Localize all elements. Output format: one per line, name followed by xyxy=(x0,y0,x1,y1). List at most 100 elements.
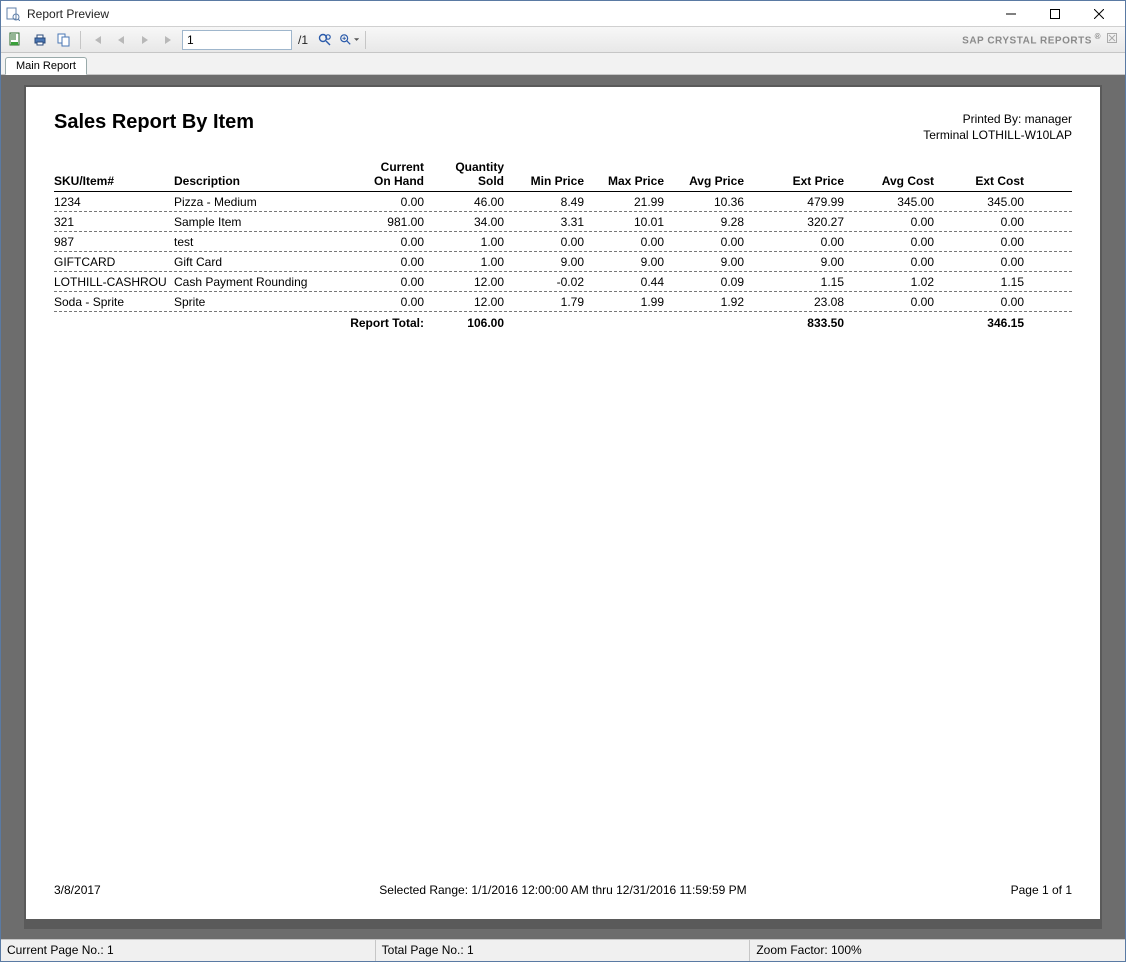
first-page-button[interactable] xyxy=(86,29,108,51)
cell-desc: Cash Payment Rounding xyxy=(174,275,344,289)
cell-desc: test xyxy=(174,235,344,249)
maximize-button[interactable] xyxy=(1033,2,1077,26)
col-avg-cost: Avg Cost xyxy=(844,175,934,189)
tabstrip: Main Report xyxy=(1,53,1125,75)
cell-sku: 987 xyxy=(54,235,174,249)
page-total-label: /1 xyxy=(298,33,308,47)
cell-qty: 34.00 xyxy=(424,215,504,229)
cell-extp: 320.27 xyxy=(744,215,844,229)
table-total-row: Report Total: 106.00 833.50 346.15 xyxy=(54,312,1072,330)
cell-avg: 9.28 xyxy=(664,215,744,229)
col-on-hand: CurrentOn Hand xyxy=(344,161,424,189)
report-meta: Printed By: manager Terminal LOTHILL-W10… xyxy=(923,111,1072,143)
export-button[interactable] xyxy=(5,29,27,51)
total-label: Report Total: xyxy=(344,316,424,330)
next-page-button[interactable] xyxy=(134,29,156,51)
cell-max: 1.99 xyxy=(584,295,664,309)
zoom-button[interactable] xyxy=(338,29,360,51)
cell-on_hand: 981.00 xyxy=(344,215,424,229)
total-ext-price: 833.50 xyxy=(744,316,844,330)
status-total-page: Total Page No.: 1 xyxy=(376,940,751,961)
cell-sku: 321 xyxy=(54,215,174,229)
cell-qty: 1.00 xyxy=(424,235,504,249)
cell-avgc: 1.02 xyxy=(844,275,934,289)
cell-on_hand: 0.00 xyxy=(344,195,424,209)
table-row: 987test0.001.000.000.000.000.000.000.00 xyxy=(54,232,1072,252)
cell-min: 8.49 xyxy=(504,195,584,209)
table-row: LOTHILL-CASHROUCash Payment Rounding0.00… xyxy=(54,272,1072,292)
app-icon xyxy=(5,6,21,22)
prev-page-button[interactable] xyxy=(110,29,132,51)
report-header: Sales Report By Item Printed By: manager… xyxy=(54,111,1072,143)
cell-extp: 23.08 xyxy=(744,295,844,309)
table-header-row: SKU/Item# Description CurrentOn Hand Qua… xyxy=(54,161,1072,192)
tab-main-report[interactable]: Main Report xyxy=(5,57,87,75)
copy-button[interactable] xyxy=(53,29,75,51)
cell-desc: Pizza - Medium xyxy=(174,195,344,209)
cell-extc: 345.00 xyxy=(934,195,1024,209)
cell-qty: 12.00 xyxy=(424,275,504,289)
cell-extp: 0.00 xyxy=(744,235,844,249)
report-title: Sales Report By Item xyxy=(54,111,254,134)
cell-on_hand: 0.00 xyxy=(344,275,424,289)
cell-extc: 0.00 xyxy=(934,235,1024,249)
col-sku: SKU/Item# xyxy=(54,175,174,189)
cell-min: -0.02 xyxy=(504,275,584,289)
close-button[interactable] xyxy=(1077,2,1121,26)
cell-desc: Gift Card xyxy=(174,255,344,269)
cell-avgc: 345.00 xyxy=(844,195,934,209)
app-window: Report Preview xyxy=(0,0,1126,962)
cell-sku: 1234 xyxy=(54,195,174,209)
cell-sku: Soda - Sprite xyxy=(54,295,174,309)
terminal-label: Terminal xyxy=(923,128,968,142)
minimize-button[interactable] xyxy=(989,2,1033,26)
col-qty-sold: QuantitySold xyxy=(424,161,504,189)
toolbar: /1 SAP CRYSTAL REPORTS ® xyxy=(1,27,1125,53)
titlebar: Report Preview xyxy=(1,1,1125,27)
col-desc: Description xyxy=(174,175,344,189)
cell-avg: 10.36 xyxy=(664,195,744,209)
close-panel-icon[interactable] xyxy=(1107,32,1117,46)
cell-on_hand: 0.00 xyxy=(344,295,424,309)
page-shadow: Sales Report By Item Printed By: manager… xyxy=(24,85,1102,929)
printed-by-value: manager xyxy=(1025,112,1072,126)
separator xyxy=(80,31,81,49)
window-title: Report Preview xyxy=(27,7,109,21)
cell-desc: Sprite xyxy=(174,295,344,309)
cell-avg: 0.09 xyxy=(664,275,744,289)
cell-min: 9.00 xyxy=(504,255,584,269)
cell-on_hand: 0.00 xyxy=(344,255,424,269)
cell-avg: 0.00 xyxy=(664,235,744,249)
total-ext-cost: 346.15 xyxy=(934,316,1024,330)
cell-on_hand: 0.00 xyxy=(344,235,424,249)
cell-min: 3.31 xyxy=(504,215,584,229)
terminal-value: LOTHILL-W10LAP xyxy=(972,128,1072,142)
status-zoom: Zoom Factor: 100% xyxy=(750,940,1125,961)
cell-avgc: 0.00 xyxy=(844,235,934,249)
cell-extp: 1.15 xyxy=(744,275,844,289)
cell-avgc: 0.00 xyxy=(844,255,934,269)
footer-range: Selected Range: 1/1/2016 12:00:00 AM thr… xyxy=(26,883,1100,897)
cell-avgc: 0.00 xyxy=(844,295,934,309)
cell-extc: 0.00 xyxy=(934,215,1024,229)
col-ext-cost: Ext Cost xyxy=(934,175,1024,189)
last-page-button[interactable] xyxy=(158,29,180,51)
report-viewport[interactable]: Sales Report By Item Printed By: manager… xyxy=(1,75,1125,939)
status-current-page: Current Page No.: 1 xyxy=(1,940,376,961)
cell-desc: Sample Item xyxy=(174,215,344,229)
find-button[interactable] xyxy=(314,29,336,51)
separator xyxy=(365,31,366,49)
page-input[interactable] xyxy=(182,30,292,50)
cell-avgc: 0.00 xyxy=(844,215,934,229)
cell-extc: 0.00 xyxy=(934,295,1024,309)
cell-max: 0.00 xyxy=(584,235,664,249)
table-row: GIFTCARDGift Card0.001.009.009.009.009.0… xyxy=(54,252,1072,272)
col-avg-price: Avg Price xyxy=(664,175,744,189)
col-ext-price: Ext Price xyxy=(744,175,844,189)
print-button[interactable] xyxy=(29,29,51,51)
cell-sku: GIFTCARD xyxy=(54,255,174,269)
cell-max: 0.44 xyxy=(584,275,664,289)
total-qty: 106.00 xyxy=(424,316,504,330)
cell-avg: 1.92 xyxy=(664,295,744,309)
cell-qty: 46.00 xyxy=(424,195,504,209)
